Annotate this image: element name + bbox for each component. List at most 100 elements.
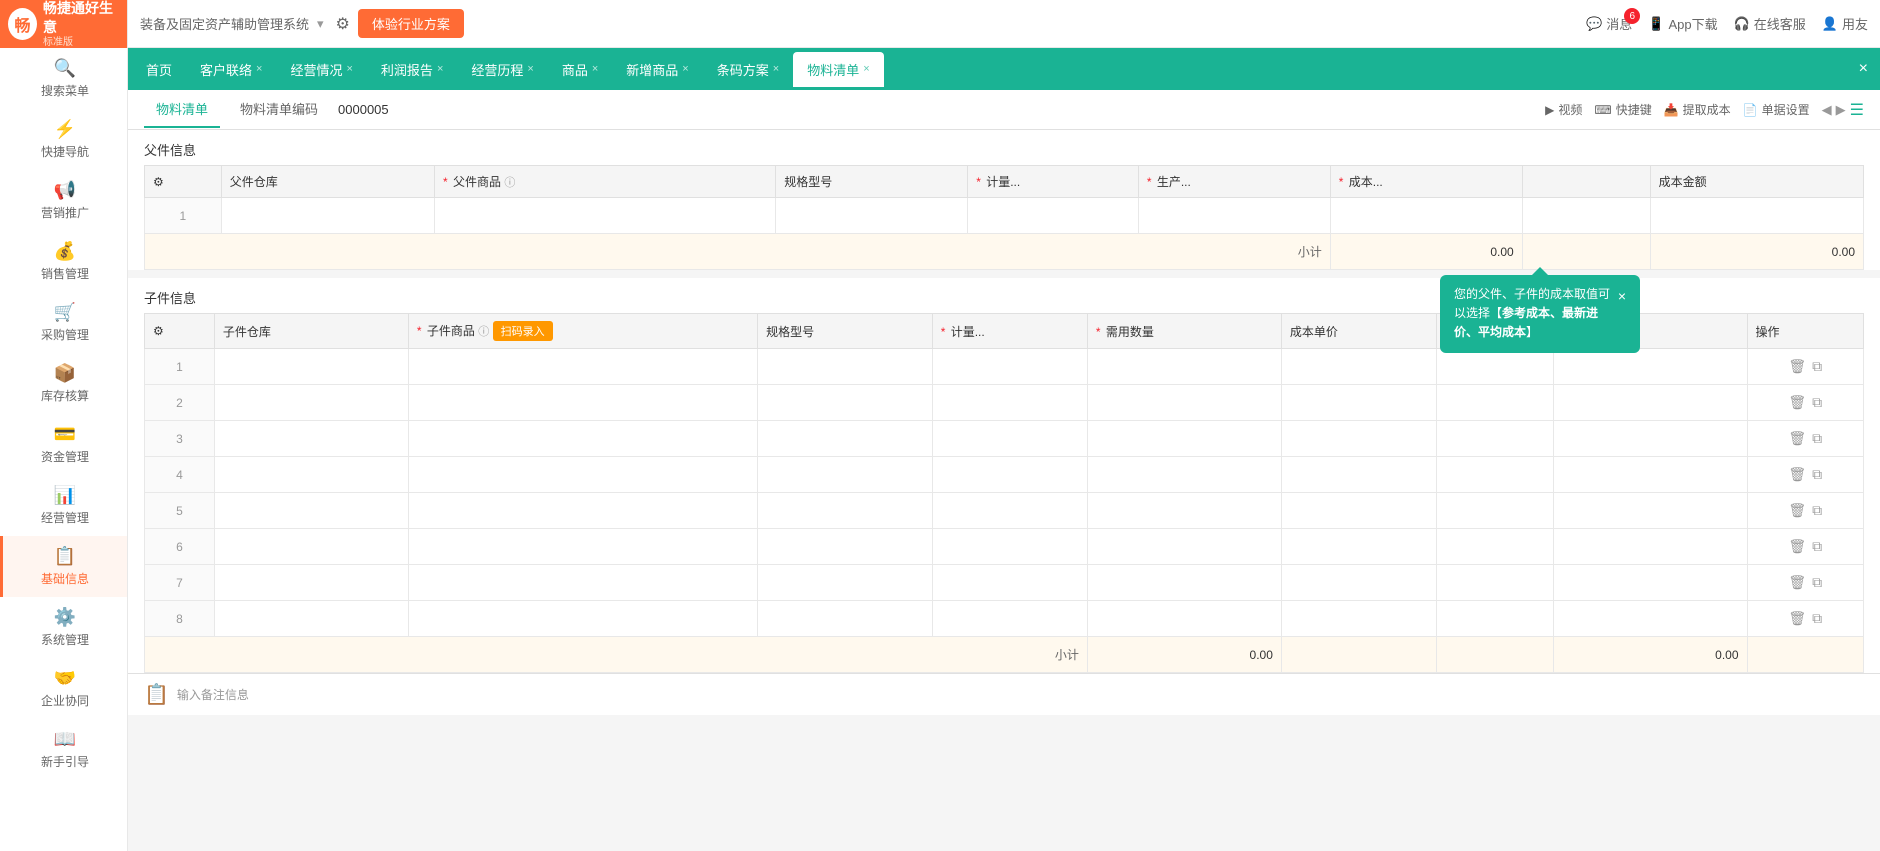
sidebar-item-finance[interactable]: 💳 资金管理 bbox=[0, 414, 127, 475]
sub-tab-bom-list[interactable]: 物料清单 bbox=[144, 91, 220, 128]
child-unit-8[interactable] bbox=[932, 601, 1087, 637]
tab-barcode[interactable]: 条码方案 × bbox=[703, 52, 793, 87]
close-all-tabs[interactable]: × bbox=[1851, 56, 1876, 82]
delete-icon[interactable]: 🗑 bbox=[1788, 610, 1806, 627]
parent-product-cell[interactable] bbox=[435, 198, 776, 234]
nav-prev-btn[interactable]: ◀ bbox=[1822, 102, 1832, 118]
child-warehouse-7[interactable] bbox=[214, 565, 408, 601]
col-gear-header[interactable]: ⚙ bbox=[145, 166, 222, 198]
child-unit-7[interactable] bbox=[932, 565, 1087, 601]
child-unit-price-5[interactable] bbox=[1281, 493, 1436, 529]
child-product-1[interactable] bbox=[408, 349, 757, 385]
experience-btn[interactable]: 体验行业方案 bbox=[358, 9, 464, 38]
col-gear-header[interactable]: ⚙ bbox=[145, 314, 215, 349]
copy-icon[interactable]: ⧉ bbox=[1812, 394, 1822, 411]
child-unit-3[interactable] bbox=[932, 421, 1087, 457]
child-unit-price-3[interactable] bbox=[1281, 421, 1436, 457]
child-product-6[interactable] bbox=[408, 529, 757, 565]
child-spec-8[interactable] bbox=[758, 601, 933, 637]
child-spec-5[interactable] bbox=[758, 493, 933, 529]
app-download-btn[interactable]: 📱 App下载 bbox=[1648, 14, 1717, 33]
child-spec-7[interactable] bbox=[758, 565, 933, 601]
child-unit-2[interactable] bbox=[932, 385, 1087, 421]
copy-icon[interactable]: ⧉ bbox=[1812, 610, 1822, 627]
child-qty-1[interactable] bbox=[1087, 349, 1281, 385]
sidebar-item-purchase[interactable]: 🛒 采购管理 bbox=[0, 292, 127, 353]
settings-icon[interactable]: ⚙ bbox=[336, 14, 350, 34]
child-unit-1[interactable] bbox=[932, 349, 1087, 385]
parent-warehouse-cell[interactable] bbox=[221, 198, 434, 234]
parent-cost-cell[interactable] bbox=[1330, 198, 1522, 234]
child-warehouse-8[interactable] bbox=[214, 601, 408, 637]
tab-customer[interactable]: 客户联络 × bbox=[186, 52, 276, 87]
child-product-3[interactable] bbox=[408, 421, 757, 457]
copy-icon[interactable]: ⧉ bbox=[1812, 466, 1822, 483]
child-spec-3[interactable] bbox=[758, 421, 933, 457]
close-icon[interactable]: × bbox=[863, 63, 869, 75]
tab-bom[interactable]: 物料清单 × bbox=[793, 52, 883, 87]
sidebar-item-guide[interactable]: 📖 新手引导 bbox=[0, 719, 127, 780]
child-unit-price-6[interactable] bbox=[1281, 529, 1436, 565]
child-spec-1[interactable] bbox=[758, 349, 933, 385]
shortcut-btn[interactable]: ⌨ 快捷键 bbox=[1594, 101, 1651, 118]
sidebar-item-quicknav[interactable]: ⚡ 快捷导航 bbox=[0, 109, 127, 170]
close-icon[interactable]: × bbox=[682, 63, 688, 75]
close-icon[interactable]: × bbox=[346, 63, 352, 75]
tab-home[interactable]: 首页 bbox=[132, 52, 186, 87]
child-unit-price-4[interactable] bbox=[1281, 457, 1436, 493]
single-settings-btn[interactable]: 📄 单据设置 bbox=[1743, 101, 1810, 118]
child-unit-5[interactable] bbox=[932, 493, 1087, 529]
copy-icon[interactable]: ⧉ bbox=[1812, 538, 1822, 555]
tab-history[interactable]: 经营历程 × bbox=[457, 52, 547, 87]
close-icon[interactable]: × bbox=[773, 63, 779, 75]
delete-icon[interactable]: 🗑 bbox=[1788, 394, 1806, 411]
copy-icon[interactable]: ⧉ bbox=[1812, 502, 1822, 519]
copy-icon[interactable]: ⧉ bbox=[1812, 430, 1822, 447]
child-unit-price-2[interactable] bbox=[1281, 385, 1436, 421]
child-qty-3[interactable] bbox=[1087, 421, 1281, 457]
child-product-4[interactable] bbox=[408, 457, 757, 493]
nav-next-btn[interactable]: ▶ bbox=[1836, 102, 1846, 118]
delete-icon[interactable]: 🗑 bbox=[1788, 430, 1806, 447]
child-unit-price-7[interactable] bbox=[1281, 565, 1436, 601]
view-video-btn[interactable]: ▶ 视频 bbox=[1545, 101, 1582, 118]
sidebar-item-basic-info[interactable]: 📋 基础信息 bbox=[0, 536, 127, 597]
tab-profit[interactable]: 利润报告 × bbox=[367, 52, 457, 87]
sidebar-item-system[interactable]: ⚙️ 系统管理 bbox=[0, 597, 127, 658]
child-warehouse-6[interactable] bbox=[214, 529, 408, 565]
tab-operations[interactable]: 经营情况 × bbox=[276, 52, 366, 87]
delete-icon[interactable]: 🗑 bbox=[1788, 538, 1806, 555]
info-icon[interactable]: ⓘ bbox=[478, 326, 489, 338]
close-icon[interactable]: × bbox=[527, 63, 533, 75]
delete-icon[interactable]: 🗑 bbox=[1788, 466, 1806, 483]
user-menu[interactable]: 👤 用友 bbox=[1822, 14, 1868, 33]
child-warehouse-2[interactable] bbox=[214, 385, 408, 421]
sidebar-item-marketing[interactable]: 📢 营销推广 bbox=[0, 170, 127, 231]
child-unit-price-8[interactable] bbox=[1281, 601, 1436, 637]
child-product-2[interactable] bbox=[408, 385, 757, 421]
menu-icon[interactable]: ☰ bbox=[1850, 100, 1864, 120]
child-qty-6[interactable] bbox=[1087, 529, 1281, 565]
parent-unit-cell[interactable] bbox=[968, 198, 1139, 234]
note-placeholder[interactable]: 输入备注信息 bbox=[177, 686, 249, 703]
child-product-8[interactable] bbox=[408, 601, 757, 637]
child-qty-4[interactable] bbox=[1087, 457, 1281, 493]
extract-cost-btn[interactable]: 📥 提取成本 bbox=[1664, 101, 1731, 118]
close-icon[interactable]: × bbox=[256, 63, 262, 75]
child-qty-5[interactable] bbox=[1087, 493, 1281, 529]
scan-input-btn[interactable]: 扫码录入 bbox=[493, 321, 553, 341]
child-qty-2[interactable] bbox=[1087, 385, 1281, 421]
copy-icon[interactable]: ⧉ bbox=[1812, 574, 1822, 591]
child-unit-6[interactable] bbox=[932, 529, 1087, 565]
child-warehouse-5[interactable] bbox=[214, 493, 408, 529]
tab-product[interactable]: 商品 × bbox=[548, 52, 612, 87]
close-icon[interactable]: × bbox=[437, 63, 443, 75]
tooltip-close-btn[interactable]: × bbox=[1618, 285, 1626, 307]
child-product-5[interactable] bbox=[408, 493, 757, 529]
child-spec-6[interactable] bbox=[758, 529, 933, 565]
dropdown-arrow[interactable]: ▾ bbox=[317, 16, 324, 32]
child-warehouse-1[interactable] bbox=[214, 349, 408, 385]
close-icon[interactable]: × bbox=[592, 63, 598, 75]
delete-icon[interactable]: 🗑 bbox=[1788, 502, 1806, 519]
online-service-btn[interactable]: 🎧 在线客服 bbox=[1734, 14, 1806, 33]
